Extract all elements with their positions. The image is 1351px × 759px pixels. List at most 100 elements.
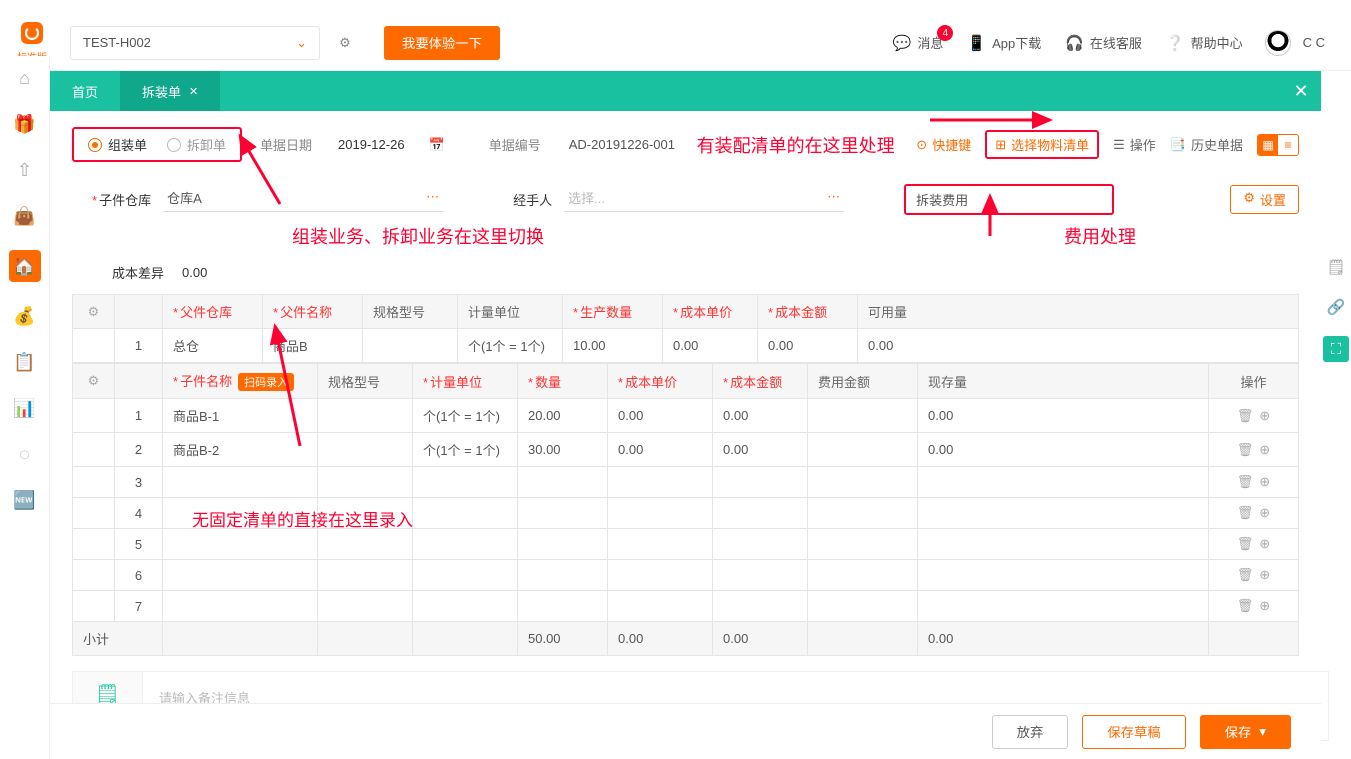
help-link[interactable]: ❔ 帮助中心 xyxy=(1166,33,1243,52)
select-material-list[interactable]: ⊞ 选择物料清单 xyxy=(985,130,1099,159)
parent-name[interactable]: 商品B xyxy=(263,329,363,363)
fee-field[interactable]: 拆装费用 xyxy=(904,184,1114,215)
home-icon[interactable]: ⌂ xyxy=(13,66,37,90)
child-unitcost[interactable]: 0.00 xyxy=(608,433,713,467)
money-icon[interactable]: 💰 xyxy=(13,304,37,328)
add-icon[interactable]: ⊕ xyxy=(1259,408,1270,423)
child-row[interactable]: 5🗑⊕ xyxy=(73,529,1299,560)
cycle-icon[interactable]: ◌ xyxy=(13,442,37,466)
child-wh-picker[interactable]: 仓库A ⋯ xyxy=(163,188,443,212)
house-up-icon[interactable]: ⇧ xyxy=(13,158,37,182)
username[interactable]: C C xyxy=(1303,35,1325,50)
warehouse-icon[interactable]: 🏠 xyxy=(9,250,41,282)
child-unitcost[interactable] xyxy=(608,529,713,560)
child-unitcost[interactable]: 0.00 xyxy=(608,399,713,433)
avatar[interactable] xyxy=(1265,30,1291,56)
child-uom[interactable]: 个(1个 = 1个) xyxy=(413,433,518,467)
delete-icon[interactable]: 🗑 xyxy=(1237,408,1254,423)
child-qty[interactable]: 20.00 xyxy=(518,399,608,433)
bag-icon[interactable]: 👜 xyxy=(13,204,37,228)
save-button[interactable]: 保存▾ xyxy=(1200,715,1291,749)
ops-menu[interactable]: ☰ 操作 xyxy=(1113,135,1156,154)
child-row[interactable]: 2商品B-2个(1个 = 1个)30.000.000.000.00🗑⊕ xyxy=(73,433,1299,467)
settings-button[interactable]: ⚙ 设置 xyxy=(1230,185,1299,214)
quick-key[interactable]: ⊙ 快捷键 xyxy=(916,135,971,154)
delete-icon[interactable]: 🗑 xyxy=(1237,598,1254,613)
close-icon[interactable]: ✕ xyxy=(189,85,198,98)
trial-button[interactable]: 我要体验一下 xyxy=(384,26,500,60)
child-uom[interactable]: 个(1个 = 1个) xyxy=(413,399,518,433)
child-row[interactable]: 1商品B-1个(1个 = 1个)20.000.000.000.00🗑⊕ xyxy=(73,399,1299,433)
radio-assemble[interactable]: 组装单 xyxy=(88,135,147,154)
gift-icon[interactable]: 🎁 xyxy=(13,112,37,136)
handler-picker[interactable]: 选择... ⋯ xyxy=(564,188,844,212)
child-name[interactable] xyxy=(163,529,318,560)
parent-unitcost[interactable]: 0.00 xyxy=(663,329,758,363)
child-row[interactable]: 3🗑⊕ xyxy=(73,467,1299,498)
child-cost[interactable] xyxy=(713,529,808,560)
date-value[interactable]: 2019-12-26 xyxy=(338,137,405,152)
support-link[interactable]: 🎧 在线客服 xyxy=(1065,33,1142,52)
scan-entry-badge[interactable]: 扫码录入 xyxy=(238,373,294,391)
discard-button[interactable]: 放弃 xyxy=(992,715,1069,749)
download-link[interactable]: 📱 App下载 xyxy=(967,33,1041,52)
radio-disassemble[interactable]: 拆卸单 xyxy=(167,135,226,154)
tab-assembly-order[interactable]: 拆装单 ✕ xyxy=(120,71,220,111)
parent-qty[interactable]: 10.00 xyxy=(563,329,663,363)
report-icon[interactable]: 📊 xyxy=(13,396,37,420)
child-qty[interactable] xyxy=(518,591,608,622)
child-cost[interactable] xyxy=(713,560,808,591)
child-qty[interactable] xyxy=(518,529,608,560)
child-cost[interactable]: 0.00 xyxy=(713,433,808,467)
messages-link[interactable]: 💬 消息 4 xyxy=(893,33,944,52)
add-icon[interactable]: ⊕ xyxy=(1259,474,1270,489)
delete-icon[interactable]: 🗑 xyxy=(1237,567,1254,582)
gear-icon[interactable]: ⚙ xyxy=(73,295,115,329)
child-row[interactable]: 7🗑⊕ xyxy=(73,591,1299,622)
tab-home[interactable]: 首页 xyxy=(50,71,120,111)
parent-wh[interactable]: 总仓 xyxy=(163,329,263,363)
child-qty[interactable] xyxy=(518,560,608,591)
child-qty[interactable]: 30.00 xyxy=(518,433,608,467)
add-icon[interactable]: ⊕ xyxy=(1259,598,1270,613)
child-unitcost[interactable] xyxy=(608,467,713,498)
tabstrip-close-icon[interactable]: ✕ xyxy=(1281,71,1321,111)
child-qty[interactable] xyxy=(518,467,608,498)
add-icon[interactable]: ⊕ xyxy=(1259,442,1270,457)
child-name[interactable]: 商品B-1 xyxy=(163,399,318,433)
child-cost[interactable] xyxy=(713,467,808,498)
child-name[interactable]: 商品B-2 xyxy=(163,433,318,467)
delete-icon[interactable]: 🗑 xyxy=(1237,536,1254,551)
view-toggle[interactable]: ▦ ≡ xyxy=(1257,134,1299,156)
parent-cost[interactable]: 0.00 xyxy=(758,329,858,363)
child-unitcost[interactable] xyxy=(608,591,713,622)
child-uom[interactable] xyxy=(413,560,518,591)
child-uom[interactable] xyxy=(413,591,518,622)
child-unitcost[interactable] xyxy=(608,560,713,591)
delete-icon[interactable]: 🗑 xyxy=(1237,442,1254,457)
child-name[interactable] xyxy=(163,591,318,622)
delete-icon[interactable]: 🗑 xyxy=(1237,474,1254,489)
history-orders[interactable]: 📑 历史单据 xyxy=(1170,135,1243,154)
child-name[interactable] xyxy=(163,560,318,591)
save-draft-button[interactable]: 保存草稿 xyxy=(1082,715,1185,749)
child-cost[interactable] xyxy=(713,591,808,622)
child-uom[interactable] xyxy=(413,467,518,498)
expand-icon[interactable]: ⛶ xyxy=(1323,336,1349,362)
clipboard-icon[interactable]: 📋 xyxy=(13,350,37,374)
add-icon[interactable]: ⊕ xyxy=(1259,536,1270,551)
add-icon[interactable]: ⊕ xyxy=(1259,567,1270,582)
parent-uom[interactable]: 个(1个 = 1个) xyxy=(458,329,563,363)
child-uom[interactable] xyxy=(413,529,518,560)
parent-row[interactable]: 1 总仓 商品B 个(1个 = 1个) 10.00 0.00 0.00 0.00 xyxy=(73,329,1299,363)
child-row[interactable]: 6🗑⊕ xyxy=(73,560,1299,591)
calendar-icon[interactable]: 📅 xyxy=(429,137,445,153)
tenant-selector[interactable]: TEST-H002 ⌄ xyxy=(70,26,320,60)
gear-icon[interactable]: ⚙ xyxy=(334,32,356,54)
new-icon[interactable]: 🆕 xyxy=(13,488,37,512)
gear-icon[interactable]: ⚙ xyxy=(73,364,115,399)
child-name[interactable] xyxy=(163,467,318,498)
link-icon[interactable]: 🔗 xyxy=(1325,296,1347,318)
note-icon[interactable]: 🗒 xyxy=(1325,256,1347,278)
child-cost[interactable]: 0.00 xyxy=(713,399,808,433)
